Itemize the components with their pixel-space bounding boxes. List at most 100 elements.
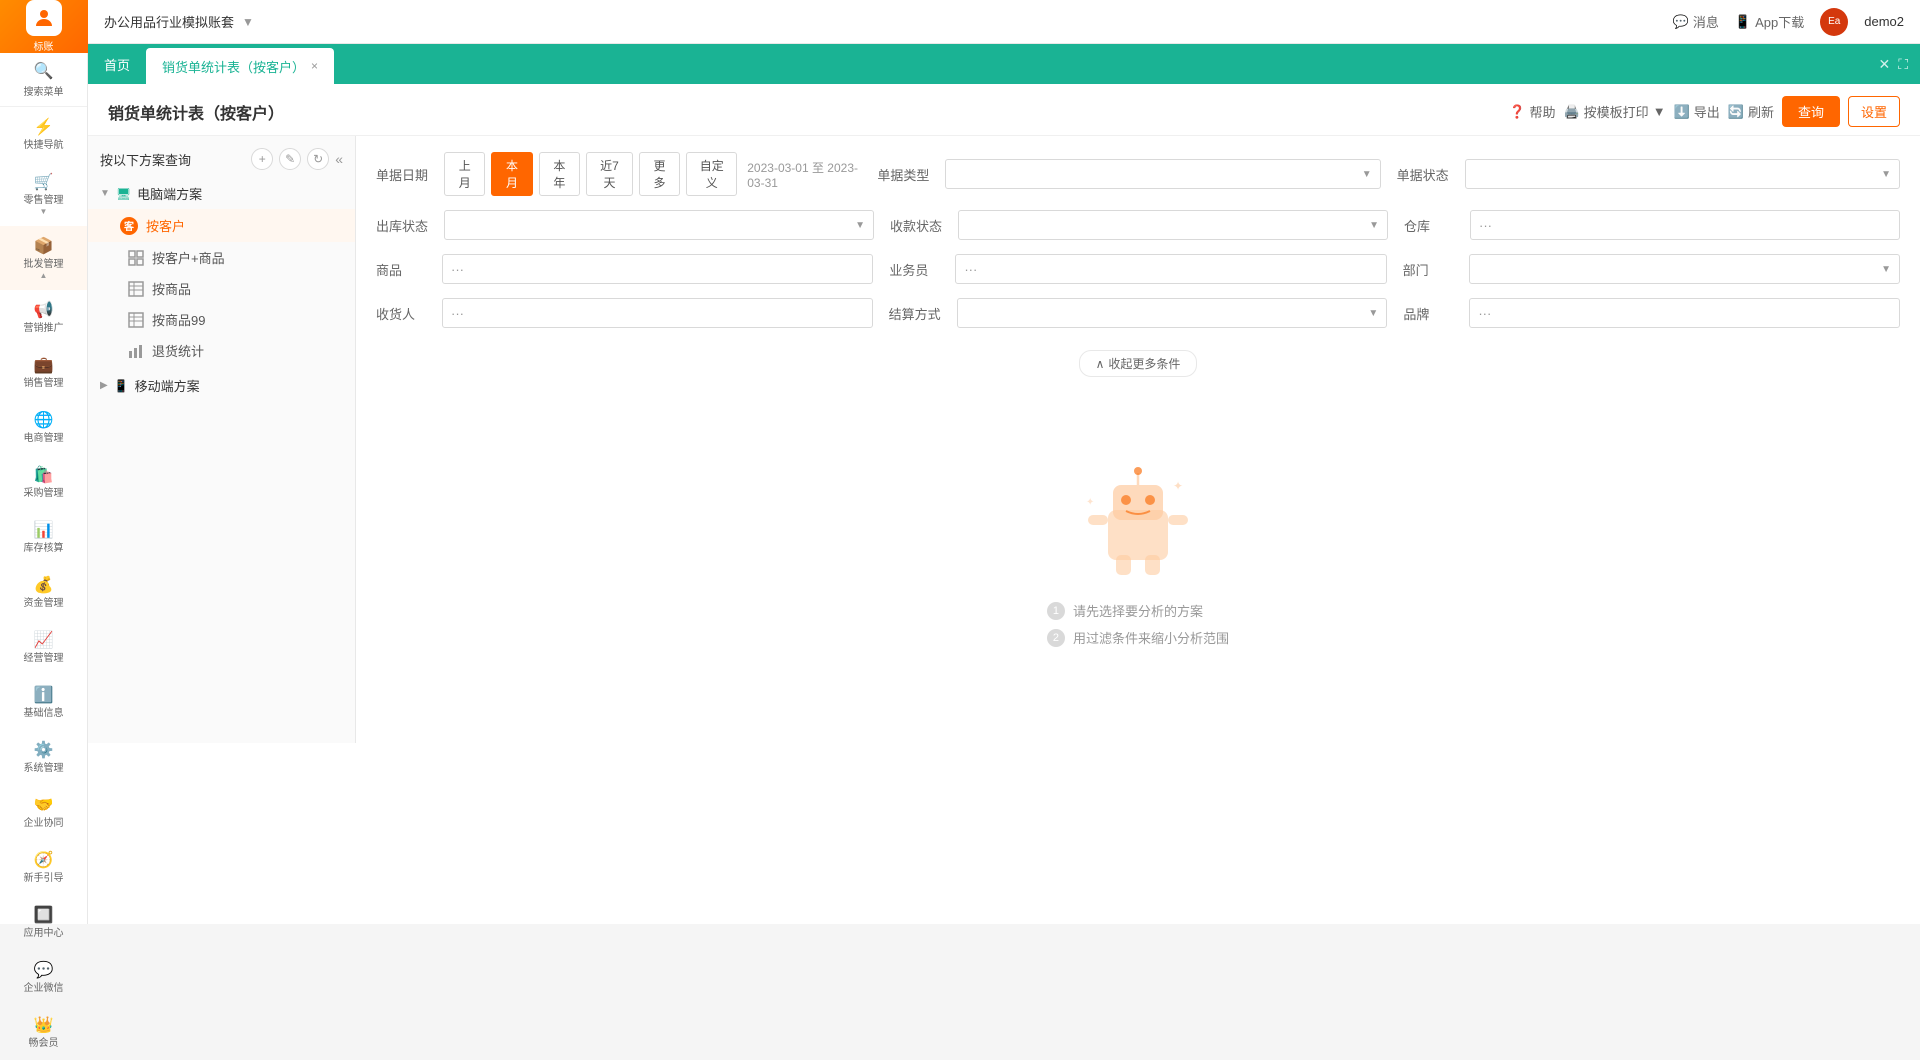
tab-home[interactable]: 首页 xyxy=(88,44,146,84)
sidebar-item-retail[interactable]: 🛒 零售管理 ▼ xyxy=(0,162,87,226)
desktop-group-icon: 🖥 xyxy=(116,187,131,201)
date-btn-custom[interactable]: 自定义 xyxy=(686,152,737,196)
date-btn-7days[interactable]: 近7天 xyxy=(586,152,633,196)
sidebar-item-apps[interactable]: 🔲 应用中心 xyxy=(0,895,87,950)
department-select[interactable]: ▼ xyxy=(1469,254,1900,284)
salesperson-label: 业务员 xyxy=(889,260,939,279)
scheme-refresh-btn[interactable]: ↻ xyxy=(307,148,329,170)
sidebar-item-cooperation[interactable]: 🤝 企业协同 xyxy=(0,785,87,840)
sidebar-item-wechat[interactable]: 💬 企业微信 xyxy=(0,950,87,1005)
collection-status-select[interactable]: ▼ xyxy=(958,210,1388,240)
scheme-sub-item-return[interactable]: 退货统计 xyxy=(88,335,355,366)
tab-close-icon[interactable]: × xyxy=(311,59,318,73)
sidebar-item-operation[interactable]: 📈 经营管理 xyxy=(0,620,87,675)
tab-maximize-area: ✕ ⛶ xyxy=(1878,56,1920,73)
product-select[interactable]: ··· xyxy=(442,254,873,284)
scheme-edit-btn[interactable]: ✎ xyxy=(279,148,301,170)
sidebar-logo[interactable]: 标账 xyxy=(0,0,88,53)
filter-panel: 单据日期 上月 本月 本年 近7天 更多 自定义 2023-03-01 至 20… xyxy=(356,136,1920,743)
return-label: 退货统计 xyxy=(152,341,204,360)
hint-num-2: 2 xyxy=(1047,629,1065,647)
brand-select[interactable]: ··· xyxy=(1469,298,1900,328)
scheme-add-btn[interactable]: + xyxy=(251,148,273,170)
settlement-select[interactable]: ▼ xyxy=(957,298,1388,328)
sidebar-item-sales[interactable]: 💼 销售管理 xyxy=(0,345,87,400)
scheme-sub-item-customer-product[interactable]: 按客户+商品 xyxy=(88,242,355,273)
date-label: 单据日期 xyxy=(376,165,428,184)
logo-icon xyxy=(26,0,62,36)
page-content: 销货单统计表（按客户） ❓ 帮助 🖨️ 按模板打印 ▼ ⬇️ 导出 xyxy=(88,84,1920,924)
doc-status-arrow-icon: ▼ xyxy=(1881,169,1891,180)
close-window-btn[interactable]: ✕ xyxy=(1878,56,1890,73)
app-download-btn[interactable]: 📱 App下载 xyxy=(1735,12,1804,31)
doc-status-select[interactable]: ▼ xyxy=(1465,159,1900,189)
sidebar-search-btn[interactable]: 🔍 搜索菜单 xyxy=(0,53,87,107)
avatar[interactable]: Ea xyxy=(1820,8,1848,36)
doc-type-select[interactable]: ▼ xyxy=(945,159,1380,189)
page-header-right: ❓ 帮助 🖨️ 按模板打印 ▼ ⬇️ 导出 🔄 刷新 xyxy=(1509,96,1900,127)
wechat-icon: 💬 xyxy=(34,960,54,980)
sidebar-item-system[interactable]: ⚙️ 系统管理 xyxy=(0,730,87,785)
sidebar-item-guide[interactable]: 🧭 新手引导 xyxy=(0,840,87,895)
date-btn-this-month[interactable]: 本月 xyxy=(491,152,532,196)
print-icon: 🖨️ xyxy=(1563,104,1579,120)
sidebar-purchase-label: 采购管理 xyxy=(24,487,64,500)
user-name[interactable]: demo2 xyxy=(1864,14,1904,29)
sidebar-item-basic[interactable]: ℹ️ 基础信息 xyxy=(0,675,87,730)
settings-button[interactable]: 设置 xyxy=(1848,96,1900,127)
tab-bar: 首页 销货单统计表（按客户） × ✕ ⛶ xyxy=(88,44,1920,84)
sidebar-item-quicknav[interactable]: ⚡ 快捷导航 xyxy=(0,107,87,162)
product-dropdown[interactable]: ▼ xyxy=(242,15,254,29)
table-icon2 xyxy=(128,312,144,328)
settlement-label: 结算方式 xyxy=(889,304,941,323)
empty-state: ✦ ✦ 1 请先选择要分析的方案 2 用过滤条件来缩小分析范围 xyxy=(376,385,1900,727)
warehouse-select[interactable]: ··· xyxy=(1470,210,1900,240)
hint-text-2: 用过滤条件来缩小分析范围 xyxy=(1073,628,1229,647)
department-label: 部门 xyxy=(1403,260,1453,279)
date-btn-this-year[interactable]: 本年 xyxy=(539,152,580,196)
quicknav-icon: ⚡ xyxy=(34,117,54,137)
date-btn-last-month[interactable]: 上月 xyxy=(444,152,485,196)
export-btn[interactable]: ⬇️ 导出 xyxy=(1674,102,1720,121)
mobile-group-icon: 📱 xyxy=(114,379,129,393)
apps-icon: 🔲 xyxy=(34,905,54,925)
sidebar-item-marketing[interactable]: 📢 营销推广 xyxy=(0,290,87,345)
robot-illustration: ✦ ✦ xyxy=(1078,465,1198,585)
finance-icon: 💰 xyxy=(34,575,54,595)
marketing-icon: 📢 xyxy=(34,300,54,320)
collapse-btn[interactable]: ∧ 收起更多条件 xyxy=(1079,350,1198,377)
scheme-desktop-group-header[interactable]: ▼ 🖥 电脑端方案 xyxy=(88,178,355,209)
scheme-sub-item-product[interactable]: 按商品 xyxy=(88,273,355,304)
sidebar-wholesale-label: 批发管理 xyxy=(24,258,64,271)
sidebar-item-member[interactable]: 👑 畅会员 xyxy=(0,1005,87,1060)
help-btn[interactable]: ❓ 帮助 xyxy=(1509,102,1555,121)
product-label: 按商品 xyxy=(152,279,191,298)
scheme-sub-item-product99[interactable]: 按商品99 xyxy=(88,304,355,335)
tab-active[interactable]: 销货单统计表（按客户） × xyxy=(146,48,334,84)
date-btn-more[interactable]: 更多 xyxy=(639,152,680,196)
out-status-select[interactable]: ▼ xyxy=(444,210,874,240)
query-button[interactable]: 查询 xyxy=(1782,96,1840,127)
hint-item-1: 1 请先选择要分析的方案 xyxy=(1047,601,1229,620)
export-label: 导出 xyxy=(1694,102,1720,121)
sidebar-item-purchase[interactable]: 🛍️ 采购管理 xyxy=(0,455,87,510)
sidebar-search-label: 搜索菜单 xyxy=(24,83,64,98)
sidebar-item-wholesale[interactable]: 📦 批发管理 ▲ xyxy=(0,226,87,290)
salesperson-select[interactable]: ··· xyxy=(955,254,1386,284)
collapse-bar: ∧ 收起更多条件 xyxy=(376,342,1900,385)
main-content: 办公用品行业模拟账套 ▼ 💬 消息 📱 App下载 Ea demo2 xyxy=(88,0,1920,924)
product-title: 办公用品行业模拟账套 xyxy=(104,12,234,31)
sidebar-item-finance[interactable]: 💰 资金管理 xyxy=(0,565,87,620)
message-btn[interactable]: 💬 消息 xyxy=(1673,12,1719,31)
maximize-btn[interactable]: ⛶ xyxy=(1898,56,1908,73)
scheme-mobile-group[interactable]: ▶ 📱 移动端方案 xyxy=(88,370,355,401)
refresh-btn[interactable]: 🔄 刷新 xyxy=(1728,102,1774,121)
sidebar-member-label: 畅会员 xyxy=(29,1037,59,1050)
scheme-collapse-btn[interactable]: « xyxy=(335,151,343,167)
receiver-select[interactable]: ··· xyxy=(442,298,873,328)
sidebar-item-inventory[interactable]: 📊 库存核算 xyxy=(0,510,87,565)
sidebar-item-ecommerce[interactable]: 🌐 电商管理 xyxy=(0,400,87,455)
top-header: 办公用品行业模拟账套 ▼ 💬 消息 📱 App下载 Ea demo2 xyxy=(88,0,1920,44)
scheme-item-customer[interactable]: 客 按客户 xyxy=(88,209,355,242)
template-print-btn[interactable]: 🖨️ 按模板打印 ▼ xyxy=(1563,102,1665,121)
